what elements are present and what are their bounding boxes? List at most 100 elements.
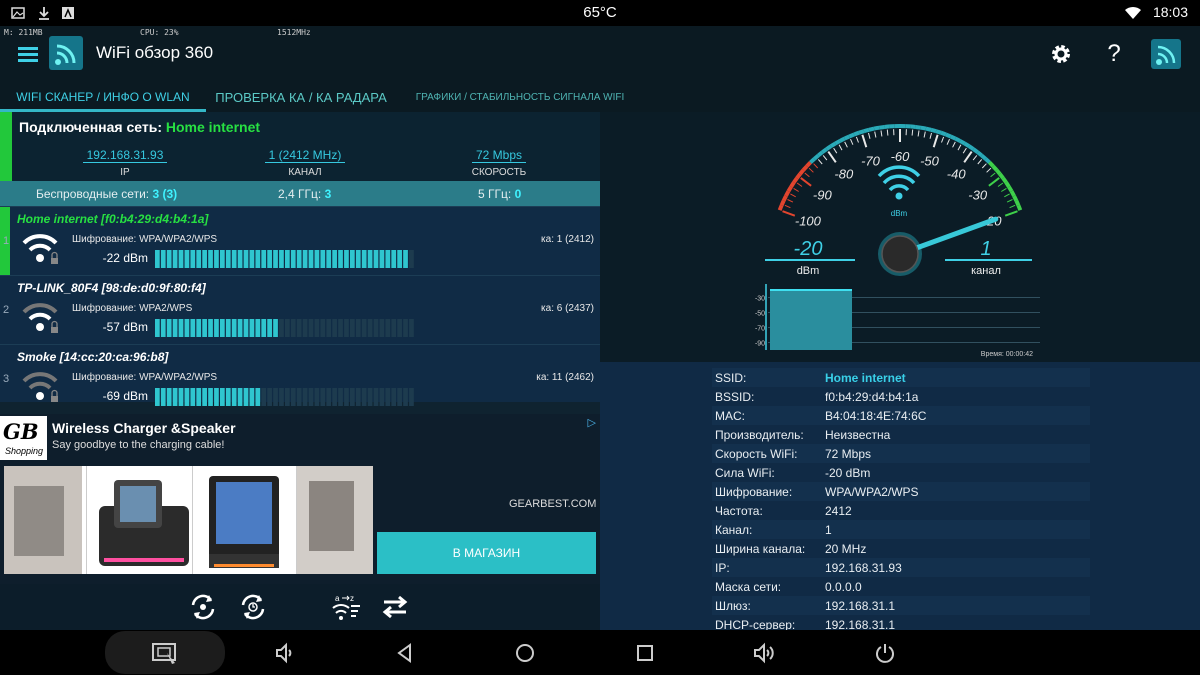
detail-key: Шифрование: (715, 485, 793, 499)
gauge-tick (1004, 210, 1018, 217)
tab-signal-graphs[interactable]: ГРАФИКИ / СТАБИЛЬНОСТЬ СИГНАЛА WIFI (410, 82, 630, 112)
mini-chart-time: Время: 00:00:42 (981, 351, 1033, 358)
network-row[interactable]: 2 TP-LINK_80F4 [98:de:d0:9f:80:f4] Шифро… (0, 275, 600, 344)
meter-segment (344, 250, 349, 268)
meter-segment (267, 319, 272, 337)
tab-channel-check[interactable]: ПРОВЕРКА КА / КА РАДАРА (206, 82, 396, 112)
mini-signal-chart: -30 -50 -70 -90 Время: 00:00:42 (755, 282, 1040, 358)
wifi-signal-icon[interactable] (1150, 38, 1182, 70)
detail-value: 192.168.31.1 (825, 599, 896, 613)
meter-segment (184, 388, 190, 406)
gauge-arc-segment (940, 130, 947, 137)
screenshot-icon[interactable] (148, 636, 182, 670)
scanner-panel: Подключенная сеть: Home internet 192.168… (0, 112, 600, 630)
meter-segment (332, 388, 337, 406)
detail-row: Канал: 1 (712, 520, 1090, 539)
network-row[interactable]: 1 Home internet [f0:b4:29:d4:b4:1a] Шифр… (0, 206, 600, 276)
meter-segment (326, 319, 332, 337)
gauge-tick (817, 159, 823, 165)
recents-icon[interactable] (628, 636, 662, 670)
home-icon[interactable] (508, 636, 542, 670)
meter-segment (267, 388, 272, 406)
swap-icon[interactable] (378, 590, 412, 624)
gauge-tick (787, 199, 794, 203)
gauge-arc-segment (884, 124, 890, 129)
meter-segment (409, 250, 414, 268)
meter-segment (160, 250, 166, 268)
ad-product-image[interactable] (4, 466, 373, 574)
network-row[interactable]: 3 Smoke [14:cc:20:ca:96:b8] Шифрование: … (0, 344, 600, 406)
meter-segment (320, 250, 326, 268)
ad-choices-icon[interactable]: ▷ (588, 416, 596, 429)
auto-refresh-icon[interactable] (236, 590, 270, 624)
meter-segment (355, 388, 361, 406)
signal-gauge-area: -100-90-80-70-60-50-40-30-20 dBm -20 dBm… (600, 112, 1200, 362)
detail-value: 20 MHz (825, 542, 867, 556)
signal-gauge: -100-90-80-70-60-50-40-30-20 dBm -20 dBm… (755, 123, 1040, 358)
sort-icon[interactable]: az (330, 590, 364, 624)
gauge-tick (923, 131, 926, 138)
gauge-tick (874, 131, 877, 138)
meter-segment (403, 319, 408, 337)
power-icon[interactable] (868, 636, 902, 670)
gauge-tick (855, 136, 859, 143)
meter-segment (397, 388, 402, 406)
meter-segment (155, 250, 160, 268)
gauge-arc-segment (805, 160, 812, 168)
meter-segment (214, 250, 219, 268)
gauge-tick (929, 132, 932, 139)
frequency-readout: 1512MHz (277, 28, 311, 37)
gauge-tick (952, 141, 956, 148)
detail-key: Маска сети: (715, 580, 782, 594)
volume-up-icon[interactable] (748, 636, 782, 670)
back-icon[interactable] (388, 636, 422, 670)
menu-icon[interactable] (12, 38, 44, 70)
gauge-arc-segment (853, 130, 860, 137)
connected-network-card: Подключенная сеть: Home internet 192.168… (0, 112, 600, 181)
meter-segment (350, 319, 355, 337)
ip-value: 192.168.31.93 (82, 148, 168, 163)
meter-segment (166, 388, 172, 406)
gear-icon[interactable] (1045, 38, 1077, 70)
ad-logo: GB Shopping (0, 416, 47, 460)
ad-title: Wireless Charger &Speaker (52, 420, 236, 436)
gauge-tick (1009, 204, 1016, 209)
tab-wifi-scanner[interactable]: WIFI СКАНЕР / ИНФО О WLAN (0, 82, 206, 112)
volume-down-icon[interactable] (268, 636, 302, 670)
meter-segment (332, 319, 337, 337)
speed-value: 72 Mbps (471, 148, 527, 163)
gauge-tick (822, 155, 828, 161)
meter-segment (172, 388, 178, 406)
ip-stat: 192.168.31.93 IP (40, 146, 210, 178)
detail-key: Канал: (715, 523, 753, 537)
channel-label: КАНАЛ (288, 167, 322, 178)
gauge-hub (881, 235, 919, 273)
detail-value: f0:b4:29:d4:b4:1a (825, 390, 919, 404)
network-encryption: Шифрование: WPA/WPA2/WPS (72, 234, 218, 245)
gauge-arc-segment (1012, 194, 1019, 202)
network-index: 3 (3, 373, 10, 385)
ad-shop-button[interactable]: В МАГАЗИН (377, 532, 596, 574)
gauge-arc-segment (945, 132, 952, 139)
meter-segment (338, 319, 343, 337)
gauge-tick (1006, 199, 1013, 203)
gauge-tick (833, 147, 838, 154)
mini-chart-bar (770, 290, 852, 350)
scanner-toolbar: az (0, 584, 600, 630)
gauge-wifi-icon (877, 165, 921, 200)
detail-row: SSID: Home internet (712, 368, 1090, 387)
temperature-readout: 65°C (583, 4, 617, 21)
speed-stat: 72 Mbps СКОРОСТЬ (414, 146, 584, 178)
mini-chart-tick-label: -90 (755, 341, 765, 348)
help-icon[interactable]: ? (1098, 38, 1130, 70)
meter-segment (290, 319, 296, 337)
gauge-arc-segment (777, 204, 784, 211)
gauge-arc-segment (801, 164, 809, 172)
gauge-tick (793, 187, 799, 192)
gauge-tick (850, 139, 854, 145)
meter-segment (231, 250, 237, 268)
gauge-tick (804, 172, 810, 178)
gauge-arc-segment (809, 157, 816, 164)
refresh-icon[interactable] (186, 590, 220, 624)
ad-banner[interactable]: GB Shopping Wireless Charger &Speaker Sa… (0, 414, 600, 584)
